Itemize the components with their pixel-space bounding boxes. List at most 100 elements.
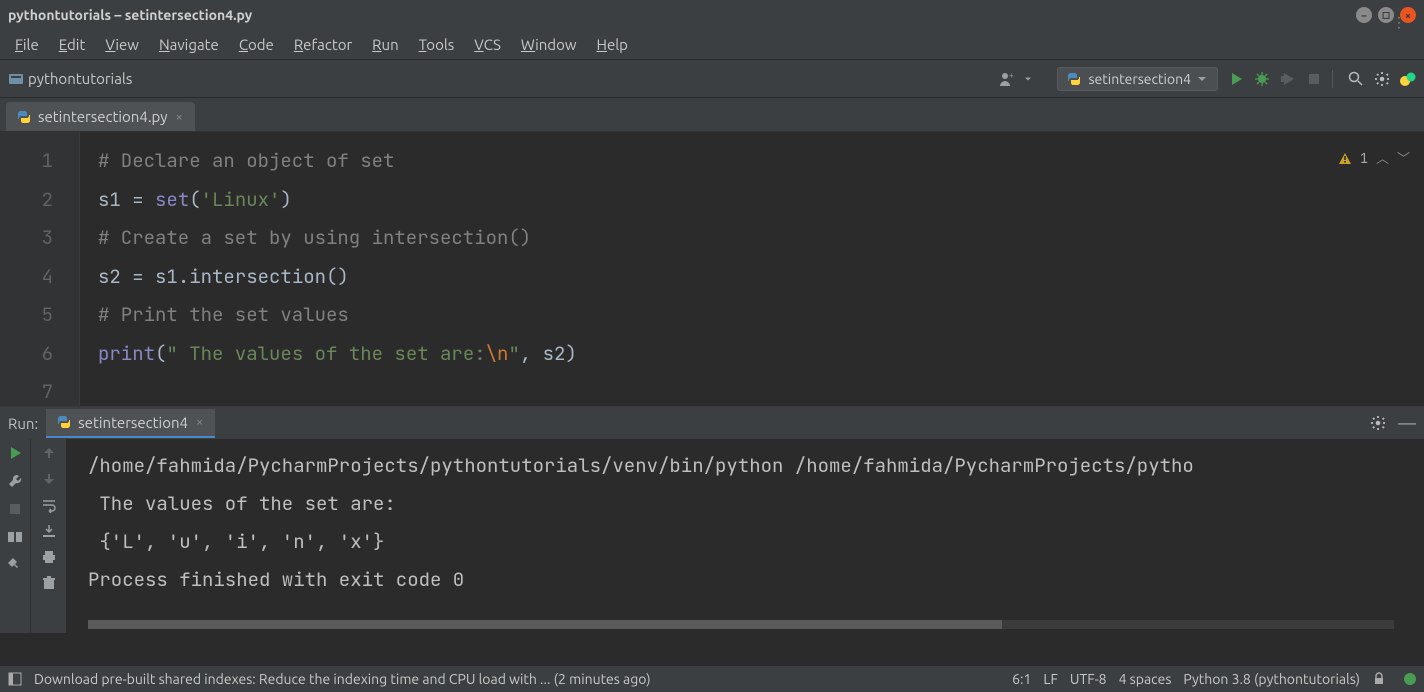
svg-text:+: +	[1009, 71, 1014, 80]
prev-highlight-icon[interactable]: ︿	[1376, 140, 1389, 179]
hide-run-window-icon[interactable]: —	[1398, 413, 1416, 433]
up-arrow-icon[interactable]	[41, 445, 57, 461]
editor-tab-strip: setintersection4.py × ⋮	[0, 98, 1424, 132]
navigation-bar: pythontutorials + setintersection4	[0, 60, 1424, 98]
search-icon[interactable]	[1348, 71, 1364, 87]
rerun-icon[interactable]	[7, 445, 23, 461]
status-ok-indicator[interactable]	[1404, 673, 1416, 685]
console-line: {'L', 'u', 'i', 'n', 'x'}	[88, 523, 1424, 561]
breadcrumb[interactable]: pythontutorials	[8, 70, 132, 87]
menu-view[interactable]: View	[96, 32, 148, 57]
run-label: Run:	[8, 415, 38, 432]
close-tab-icon[interactable]: ×	[174, 110, 185, 124]
console-line: The values of the set are:	[88, 485, 1424, 523]
wrench-icon[interactable]	[7, 473, 23, 489]
run-tool-window: Run: setintersection4 × — /home/fa	[0, 406, 1424, 633]
soft-wrap-icon[interactable]	[41, 497, 57, 513]
code-editor[interactable]: 1234567 1 ︿ ﹀ # Declare an object of set…	[0, 132, 1424, 406]
debug-icon[interactable]	[1254, 71, 1270, 87]
menu-tools[interactable]: Tools	[410, 32, 464, 57]
python-file-icon	[16, 109, 32, 125]
add-user-icon[interactable]: +	[999, 71, 1015, 87]
status-indent[interactable]: 4 spaces	[1119, 671, 1172, 687]
gear-icon[interactable]	[1370, 415, 1386, 431]
lock-icon[interactable]	[1372, 672, 1386, 686]
code-line[interactable]: s1 = set('Linux')	[98, 181, 1424, 220]
warning-count: 1	[1360, 140, 1368, 179]
menu-run[interactable]: Run	[363, 32, 408, 57]
code-line[interactable]: # Print the set values	[98, 296, 1424, 335]
status-bar: Download pre-built shared indexes: Reduc…	[0, 665, 1424, 692]
python-icon	[56, 414, 72, 430]
run-body: /home/fahmida/PycharmProjects/pythontuto…	[0, 439, 1424, 633]
console-line: /home/fahmida/PycharmProjects/pythontuto…	[88, 447, 1424, 485]
ide-pear-icon[interactable]	[1400, 71, 1416, 87]
line-number: 6	[0, 335, 53, 374]
scrollbar-thumb[interactable]	[88, 620, 1002, 629]
status-interpreter[interactable]: Python 3.8 (pythontutorials)	[1183, 671, 1360, 687]
next-highlight-icon[interactable]: ﹀	[1397, 140, 1410, 179]
toolbar-right: + setintersection4	[999, 67, 1416, 91]
line-number: 2	[0, 181, 53, 220]
tool-windows-icon[interactable]	[8, 672, 22, 686]
project-icon	[8, 71, 24, 87]
stop-square-icon[interactable]	[7, 501, 23, 517]
breadcrumb-project: pythontutorials	[28, 70, 132, 87]
layout-icon[interactable]	[7, 529, 23, 545]
status-encoding[interactable]: UTF-8	[1070, 671, 1107, 687]
editor-tab[interactable]: setintersection4.py ×	[6, 102, 195, 131]
menu-window[interactable]: Window	[512, 32, 586, 57]
gear-icon[interactable]	[1374, 71, 1390, 87]
python-icon	[1066, 71, 1082, 87]
menu-navigate[interactable]: Navigate	[150, 32, 228, 57]
menu-bar: FileEditViewNavigateCodeRefactorRunTools…	[0, 30, 1424, 60]
title-bar: pythontutorials – setintersection4.py – …	[0, 0, 1424, 30]
line-number: 3	[0, 219, 53, 258]
chevron-down-icon	[1197, 71, 1207, 87]
minimize-button[interactable]: –	[1356, 7, 1372, 23]
menu-refactor[interactable]: Refactor	[285, 32, 361, 57]
line-number-gutter: 1234567	[0, 132, 80, 406]
console-output[interactable]: /home/fahmida/PycharmProjects/pythontuto…	[66, 439, 1424, 633]
warning-icon	[1338, 152, 1352, 166]
menu-help[interactable]: Help	[587, 32, 636, 57]
down-arrow-icon[interactable]	[41, 471, 57, 487]
line-number: 7	[0, 373, 53, 412]
run-config-label: setintersection4	[1088, 71, 1191, 87]
dropdown-caret-icon[interactable]	[1025, 71, 1031, 87]
console-actions-sidebar	[30, 439, 66, 633]
pin-icon[interactable]	[7, 557, 23, 573]
print-icon[interactable]	[41, 549, 57, 565]
run-window-header: Run: setintersection4 × —	[0, 407, 1424, 439]
inspections-widget[interactable]: 1 ︿ ﹀	[1338, 140, 1410, 179]
line-number: 5	[0, 296, 53, 335]
code-line[interactable]: s2 = s1.intersection()	[98, 258, 1424, 297]
menu-vcs[interactable]: VCS	[465, 32, 510, 57]
stop-icon[interactable]	[1306, 71, 1322, 87]
coverage-icon[interactable]	[1280, 71, 1296, 87]
status-position[interactable]: 6:1	[1012, 671, 1031, 687]
trash-icon[interactable]	[41, 575, 57, 591]
editor-tab-label: setintersection4.py	[38, 108, 168, 125]
scroll-to-end-icon[interactable]	[41, 523, 57, 539]
menu-code[interactable]: Code	[230, 32, 283, 57]
run-actions-sidebar	[0, 439, 30, 633]
code-line[interactable]: # Declare an object of set	[98, 142, 1424, 181]
console-line: Process finished with exit code 0	[88, 561, 1424, 599]
run-configuration-selector[interactable]: setintersection4	[1057, 67, 1218, 91]
run-tab[interactable]: setintersection4 ×	[46, 409, 215, 438]
code-line[interactable]: print(" The values of the set are:\n", s…	[98, 335, 1424, 374]
editor-more-icon[interactable]: ⋮	[1382, 8, 1416, 37]
window-title: pythontutorials – setintersection4.py	[8, 7, 252, 23]
line-number: 1	[0, 142, 53, 181]
status-line-ending[interactable]: LF	[1043, 671, 1058, 687]
code-area[interactable]: 1 ︿ ﹀ # Declare an object of sets1 = set…	[80, 132, 1424, 406]
code-line[interactable]: # Create a set by using intersection()	[98, 219, 1424, 258]
status-message[interactable]: Download pre-built shared indexes: Reduc…	[34, 671, 651, 687]
menu-edit[interactable]: Edit	[50, 32, 95, 57]
menu-file[interactable]: File	[6, 32, 48, 57]
horizontal-scrollbar[interactable]	[88, 620, 1394, 629]
close-run-tab-icon[interactable]: ×	[194, 415, 205, 429]
run-tab-label: setintersection4	[78, 414, 188, 431]
run-icon[interactable]	[1228, 71, 1244, 87]
